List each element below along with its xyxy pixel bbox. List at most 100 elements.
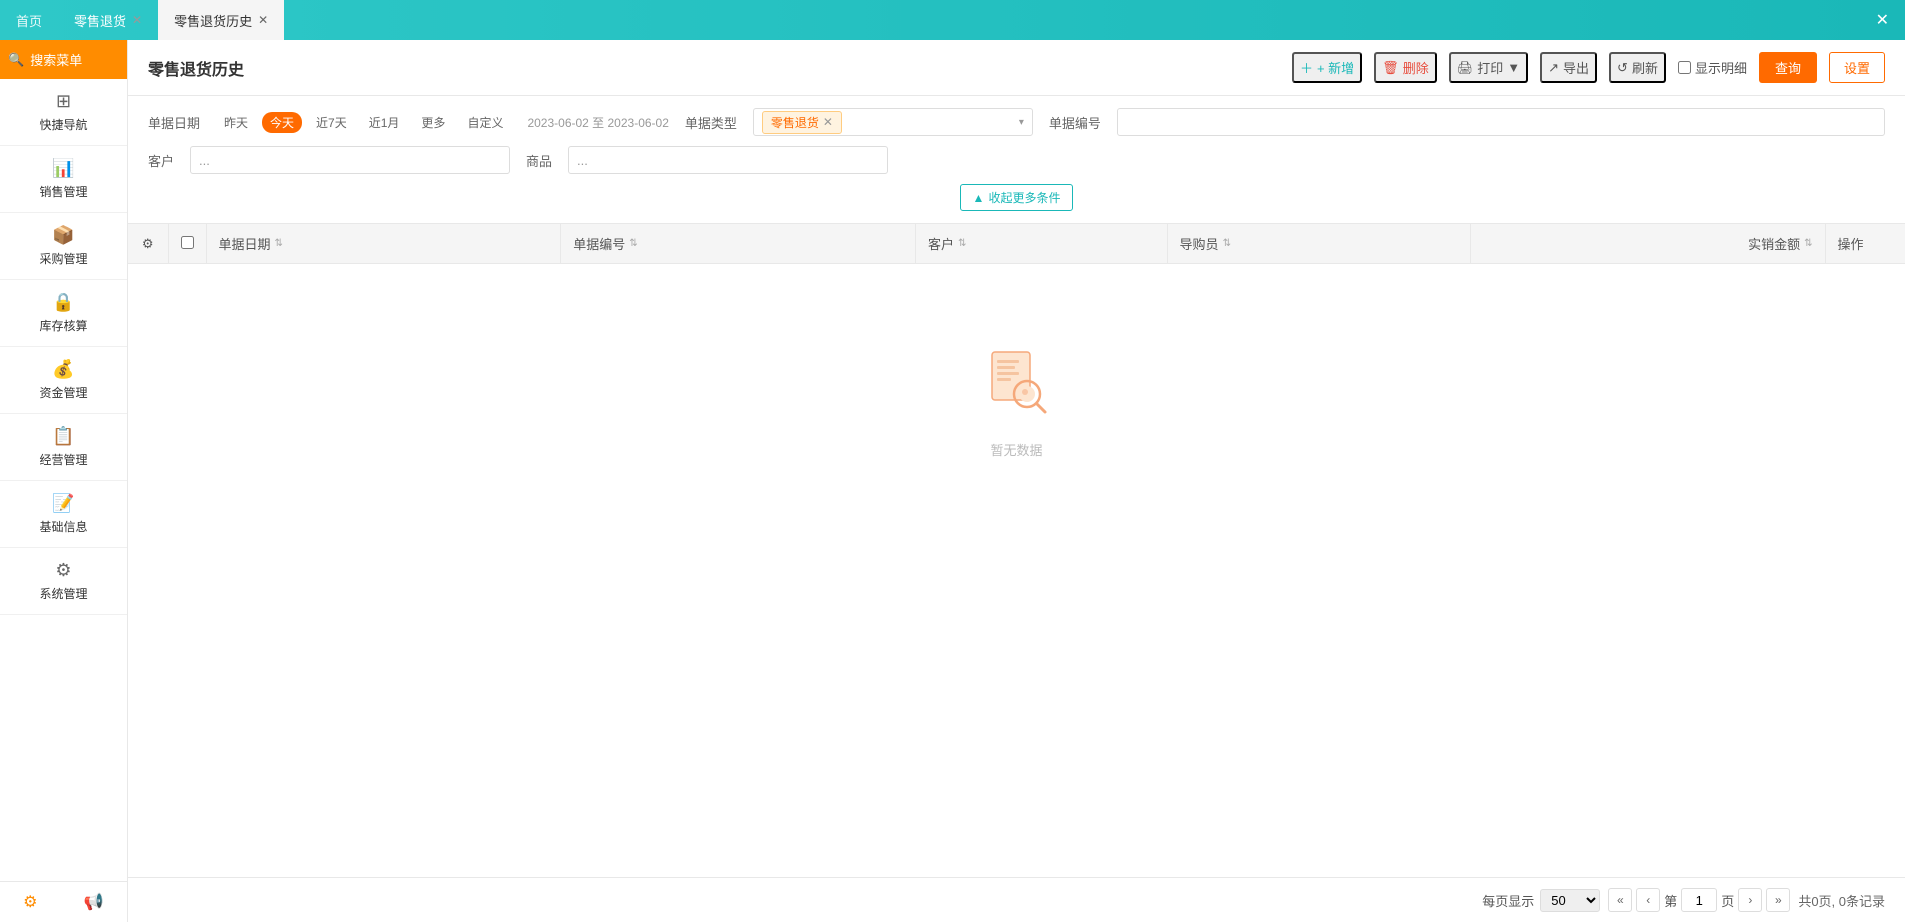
th-checkbox[interactable]: [168, 224, 206, 264]
goods-label: 商品: [526, 151, 552, 170]
customer-select[interactable]: ...: [190, 146, 510, 174]
th-amount[interactable]: 实销金额 ⇅: [1470, 224, 1825, 264]
first-page-btn[interactable]: «: [1608, 888, 1632, 912]
pagination-bar: 每页显示 50 100 200 « ‹ 第 页 › » 共0页, 0条记录: [128, 877, 1905, 922]
settings-button[interactable]: 设置: [1829, 52, 1885, 83]
sidebar-item-purchase-mgmt[interactable]: 📦 采购管理: [0, 213, 127, 280]
tab-retail-return-close[interactable]: ✕: [132, 13, 142, 27]
print-icon: 🖨: [1457, 60, 1474, 76]
quick-nav-icon: ⊞: [56, 91, 71, 112]
sidebar-search[interactable]: 🔍 搜索菜单: [0, 40, 127, 79]
sales-mgmt-icon: 📊: [52, 158, 74, 179]
data-table: ⚙ 单据日期 ⇅ 单据编号: [128, 224, 1905, 539]
current-page-input[interactable]: [1681, 888, 1717, 912]
goods-placeholder: ...: [577, 153, 588, 168]
filter-area: 单据日期 昨天 今天 近7天 近1月 更多 自定义 2023-06-02 至 2…: [128, 96, 1905, 224]
sidebar-speaker-icon[interactable]: 📢: [84, 892, 104, 912]
page-total-text: 共0页, 0条记录: [1798, 891, 1885, 910]
voucher-type-value: 零售退货 ✕: [762, 111, 842, 134]
sidebar-item-basic-info[interactable]: 📝 基础信息: [0, 481, 127, 548]
goods-select[interactable]: ...: [568, 146, 888, 174]
date-1month-btn[interactable]: 近1月: [361, 112, 408, 133]
filter-row-1: 单据日期 昨天 今天 近7天 近1月 更多 自定义 2023-06-02 至 2…: [148, 108, 1885, 136]
voucher-type-tag-close[interactable]: ✕: [823, 115, 833, 129]
select-all-checkbox[interactable]: [181, 236, 194, 249]
filter-row-2: 客户 ... 商品 ...: [148, 146, 1885, 174]
purchase-mgmt-icon: 📦: [52, 225, 74, 246]
page-size-dropdown[interactable]: 50 100 200: [1540, 889, 1600, 912]
page-title: 零售退货历史: [148, 56, 244, 80]
toolbar: ＋ + 新增 🗑 删除 🖨 打印 ▼ ↗ 导出 ↺: [1292, 52, 1885, 83]
voucher-type-select[interactable]: 零售退货 ✕ ▾: [753, 108, 1033, 136]
last-page-btn[interactable]: »: [1766, 888, 1790, 912]
system-mgmt-icon: ⚙: [55, 560, 71, 581]
th-settings[interactable]: ⚙: [128, 224, 168, 264]
th-guide[interactable]: 导购员 ⇅: [1167, 224, 1470, 264]
window-close-button[interactable]: ✕: [1860, 0, 1905, 40]
tab-retail-return-history[interactable]: 零售退货历史 ✕: [158, 0, 284, 40]
tab-retail-return-history-close[interactable]: ✕: [258, 13, 268, 27]
delete-button[interactable]: 🗑 删除: [1374, 52, 1437, 83]
collapse-button[interactable]: ▲ 收起更多条件: [960, 184, 1074, 211]
sidebar-item-system-mgmt[interactable]: ⚙ 系统管理: [0, 548, 127, 615]
voucher-no-label: 单据编号: [1049, 113, 1101, 132]
th-customer[interactable]: 客户 ⇅: [915, 224, 1167, 264]
tab-retail-return[interactable]: 零售退货 ✕: [58, 0, 158, 40]
th-date[interactable]: 单据日期 ⇅: [206, 224, 561, 264]
date-yesterday-btn[interactable]: 昨天: [216, 112, 256, 133]
delete-icon: 🗑: [1382, 60, 1399, 76]
next-page-btn[interactable]: ›: [1738, 888, 1762, 912]
print-dropdown-icon: ▼: [1507, 60, 1520, 75]
th-no[interactable]: 单据编号 ⇅: [561, 224, 916, 264]
table-area: ⚙ 单据日期 ⇅ 单据编号: [128, 224, 1905, 877]
content-area: 零售退货历史 ＋ + 新增 🗑 删除 🖨 打印 ▼ ↗ 导出: [128, 40, 1905, 922]
sidebar-item-quick-nav[interactable]: ⊞ 快捷导航: [0, 79, 127, 146]
show-detail-checkbox[interactable]: [1678, 61, 1691, 74]
date-7days-btn[interactable]: 近7天: [308, 112, 355, 133]
export-icon: ↗: [1548, 60, 1559, 76]
collapse-icon: ▲: [973, 191, 985, 205]
date-custom-btn[interactable]: 自定义: [459, 112, 511, 133]
tab-list: 首页 零售退货 ✕ 零售退货历史 ✕: [0, 0, 1860, 40]
date-quick-select: 昨天 今天 近7天 近1月 更多 自定义: [216, 112, 511, 133]
customer-placeholder: ...: [199, 153, 210, 168]
new-button[interactable]: ＋ + 新增: [1292, 52, 1362, 83]
amount-sort-icon: ⇅: [1804, 238, 1812, 249]
operation-mgmt-icon: 📋: [52, 426, 74, 447]
sidebar-item-inventory[interactable]: 🔒 库存核算: [0, 280, 127, 347]
table-body: 暂无数据: [128, 264, 1905, 540]
export-button[interactable]: ↗ 导出: [1540, 52, 1597, 83]
main-layout: 🔍 搜索菜单 ⊞ 快捷导航 📊 销售管理 📦 采购管理 🔒 库存核算 💰 资金管…: [0, 40, 1905, 922]
tab-home[interactable]: 首页: [0, 0, 58, 40]
date-range-text: 2023-06-02 至 2023-06-02: [527, 114, 668, 131]
refresh-button[interactable]: ↺ 刷新: [1609, 52, 1666, 83]
new-icon: ＋: [1300, 58, 1313, 77]
empty-text: 暂无数据: [990, 440, 1042, 459]
finance-mgmt-icon: 💰: [52, 359, 74, 380]
page-header: 零售退货历史 ＋ + 新增 🗑 删除 🖨 打印 ▼ ↗ 导出: [128, 40, 1905, 96]
voucher-no-input[interactable]: [1117, 108, 1885, 136]
th-action: 操作: [1825, 224, 1905, 264]
date-more-btn[interactable]: 更多: [413, 112, 453, 133]
top-bar: 首页 零售退货 ✕ 零售退货历史 ✕ ✕: [0, 0, 1905, 40]
sidebar: 🔍 搜索菜单 ⊞ 快捷导航 📊 销售管理 📦 采购管理 🔒 库存核算 💰 资金管…: [0, 40, 128, 922]
sidebar-item-operation-mgmt[interactable]: 📋 经营管理: [0, 414, 127, 481]
sidebar-item-sales-mgmt[interactable]: 📊 销售管理: [0, 146, 127, 213]
date-today-btn[interactable]: 今天: [262, 112, 302, 133]
date-sort-icon: ⇅: [275, 238, 283, 249]
sidebar-bottom: ⚙ 📢: [0, 881, 127, 922]
refresh-icon: ↺: [1617, 60, 1628, 76]
inventory-icon: 🔒: [52, 292, 74, 313]
prev-page-btn[interactable]: ‹: [1636, 888, 1660, 912]
query-button[interactable]: 查询: [1759, 52, 1817, 83]
print-button[interactable]: 🖨 打印 ▼: [1449, 52, 1528, 83]
guide-sort-icon: ⇅: [1223, 238, 1231, 249]
sidebar-item-finance-mgmt[interactable]: 💰 资金管理: [0, 347, 127, 414]
customer-sort-icon: ⇅: [958, 238, 966, 249]
search-icon: 🔍: [8, 52, 24, 68]
page-nav: « ‹ 第 页 › »: [1608, 888, 1790, 912]
show-detail-checkbox-label[interactable]: 显示明细: [1678, 58, 1747, 77]
page-size-select: 每页显示 50 100 200: [1482, 889, 1600, 912]
customer-label: 客户: [148, 151, 174, 170]
sidebar-settings-icon[interactable]: ⚙: [23, 892, 37, 912]
